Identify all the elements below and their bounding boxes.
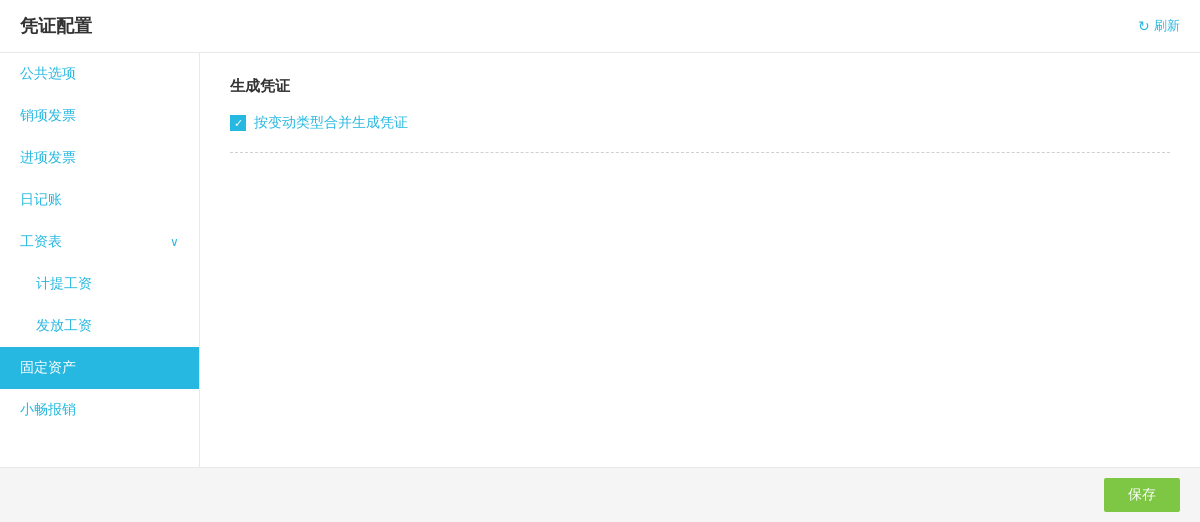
sidebar-item-payroll-distribute[interactable]: 发放工资	[0, 305, 199, 347]
sidebar-item-label: 固定资产	[20, 359, 76, 377]
sidebar-item-payroll-provision[interactable]: 计提工资	[0, 263, 199, 305]
sidebar-item-label: 公共选项	[20, 65, 76, 83]
checkbox-label: 按变动类型合并生成凭证	[254, 114, 408, 132]
sidebar-item-fixed-assets[interactable]: 固定资产	[0, 347, 199, 389]
page-title: 凭证配置	[20, 14, 92, 38]
refresh-icon: ↻	[1138, 18, 1150, 34]
sidebar-item-label: 进项发票	[20, 149, 76, 167]
sidebar-item-expense[interactable]: 小畅报销	[0, 389, 199, 431]
divider	[230, 152, 1170, 153]
content-wrapper: 公共选项销项发票进项发票日记账工资表 ∨ 计提工资发放工资固定资产小畅报销 生成凭证…	[0, 53, 1200, 467]
sidebar-item-label: 发放工资	[36, 317, 92, 335]
sidebar-item-label: 计提工资	[36, 275, 92, 293]
sidebar-item-label: 小畅报销	[20, 401, 76, 419]
page-header: 凭证配置 ↻ 刷新	[0, 0, 1200, 53]
sidebar-item-sales-invoice[interactable]: 销项发票	[0, 95, 199, 137]
sidebar-item-purchase-invoice[interactable]: 进项发票	[0, 137, 199, 179]
refresh-button[interactable]: ↻ 刷新	[1138, 17, 1180, 35]
save-button[interactable]: 保存	[1104, 478, 1180, 512]
sidebar-item-payroll[interactable]: 工资表 ∨	[0, 221, 199, 263]
sidebar-item-label: 销项发票	[20, 107, 76, 125]
check-mark-icon: ✓	[234, 118, 243, 129]
page-footer: 保存	[0, 467, 1200, 522]
sidebar-item-label: 工资表	[20, 233, 62, 251]
sidebar-item-journal[interactable]: 日记账	[0, 179, 199, 221]
merge-checkbox[interactable]: ✓	[230, 115, 246, 131]
sidebar-item-label: 日记账	[20, 191, 62, 209]
checkbox-row: ✓ 按变动类型合并生成凭证	[230, 114, 1170, 132]
chevron-down-icon: ∨	[170, 235, 179, 249]
sidebar: 公共选项销项发票进项发票日记账工资表 ∨ 计提工资发放工资固定资产小畅报销	[0, 53, 200, 467]
refresh-label: 刷新	[1154, 17, 1180, 35]
section-title: 生成凭证	[230, 77, 1170, 96]
main-content: 生成凭证 ✓ 按变动类型合并生成凭证	[200, 53, 1200, 467]
sidebar-item-public[interactable]: 公共选项	[0, 53, 199, 95]
